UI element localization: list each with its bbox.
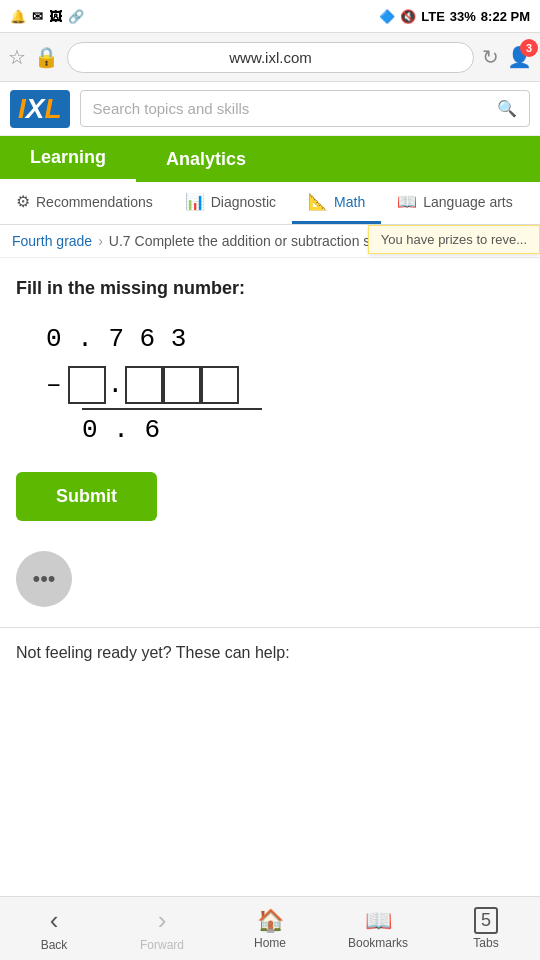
not-ready-section: Not feeling ready yet? These can help: (0, 628, 540, 678)
tabs-button[interactable]: 👤 3 (507, 45, 532, 69)
nav-tabs-label: Tabs (473, 936, 498, 950)
logo-text: I (18, 93, 26, 125)
nav-back[interactable]: ‹ Back (0, 905, 108, 952)
prize-banner[interactable]: You have prizes to reve... (368, 225, 540, 254)
status-icons: 🔔 ✉ 🖼 🔗 (10, 9, 84, 24)
clock: 8:22 PM (481, 9, 530, 24)
breadcrumb-parent[interactable]: Fourth grade (12, 233, 92, 249)
ixl-header: IXL Search topics and skills 🔍 (0, 82, 540, 136)
result-number: 0 . 6 (82, 415, 160, 445)
tab-learning-label: Learning (30, 147, 106, 168)
answer-box-1[interactable] (68, 366, 106, 404)
nav-bookmarks[interactable]: 📖 Bookmarks (324, 908, 432, 950)
lock-icon[interactable]: 🔒 (34, 45, 59, 69)
language-arts-icon: 📖 (397, 192, 417, 211)
tab-language-arts[interactable]: 📖 Language arts (381, 182, 529, 224)
signal-strength: LTE (421, 9, 445, 24)
image-icon: 🖼 (49, 9, 62, 24)
tab-diagnostic[interactable]: 📊 Diagnostic (169, 182, 292, 224)
bookmarks-icon: 📖 (365, 908, 392, 934)
browser-bar: ☆ 🔒 www.ixl.com ↻ 👤 3 (0, 32, 540, 82)
input-row: – . (46, 365, 524, 407)
tab-math[interactable]: 📐 Math (292, 182, 381, 224)
tab-analytics[interactable]: Analytics (136, 136, 276, 182)
math-problem: 0 . 7 6 3 – . 0 . 6 (46, 319, 524, 452)
battery-level: 33% (450, 9, 476, 24)
nav-back-label: Back (41, 938, 68, 952)
search-placeholder-text: Search topics and skills (93, 100, 250, 117)
notification-badge: 3 (520, 39, 538, 57)
tabs-count-icon: 5 (474, 907, 498, 934)
tab-learning[interactable]: Learning (0, 136, 136, 182)
answer-box-2[interactable] (125, 366, 163, 404)
tab-recommendations-label: Recommendations (36, 194, 153, 210)
question-label: Fill in the missing number: (16, 278, 524, 299)
minus-sign: – (46, 365, 62, 407)
answer-box-3[interactable] (163, 366, 201, 404)
prize-text: You have prizes to reve... (381, 232, 527, 247)
nav-forward-label: Forward (140, 938, 184, 952)
not-ready-text: Not feeling ready yet? These can help: (16, 644, 290, 661)
math-icon: 📐 (308, 192, 328, 211)
tab-language-arts-label: Language arts (423, 194, 513, 210)
nav-home-label: Home (254, 936, 286, 950)
sub-tabs: ⚙ Recommendations 📊 Diagnostic 📐 Math 📖 … (0, 182, 540, 225)
search-box[interactable]: Search topics and skills 🔍 (80, 90, 530, 127)
back-icon: ‹ (50, 905, 59, 936)
tab-diagnostic-label: Diagnostic (211, 194, 276, 210)
breadcrumb-chevron: › (98, 233, 103, 249)
recommendations-icon: ⚙ (16, 192, 30, 211)
mute-icon: 🔇 (400, 9, 416, 24)
reload-icon[interactable]: ↻ (482, 45, 499, 69)
search-icon: 🔍 (497, 99, 517, 118)
bluetooth-icon: 🔷 (379, 9, 395, 24)
nav-bookmarks-label: Bookmarks (348, 936, 408, 950)
star-icon[interactable]: ☆ (8, 45, 26, 69)
logo-x: X (26, 93, 45, 125)
breadcrumb-container: Fourth grade › U.7 Complete the addition… (0, 225, 540, 258)
answer-box-4[interactable] (201, 366, 239, 404)
notification-icon: 🔔 (10, 9, 26, 24)
url-text: www.ixl.com (229, 49, 312, 66)
tab-analytics-label: Analytics (166, 149, 246, 170)
more-dots-icon: ••• (32, 566, 55, 592)
tab-recommendations[interactable]: ⚙ Recommendations (0, 182, 169, 224)
top-number-row: 0 . 7 6 3 (46, 319, 524, 361)
url-bar[interactable]: www.ixl.com (67, 42, 474, 73)
forward-icon: › (158, 905, 167, 936)
main-nav-tabs: Learning Analytics (0, 136, 540, 182)
main-content: Fill in the missing number: 0 . 7 6 3 – … (0, 258, 540, 627)
more-options-button[interactable]: ••• (16, 551, 72, 607)
status-bar: 🔔 ✉ 🖼 🔗 🔷 🔇 LTE 33% 8:22 PM (0, 0, 540, 32)
logo-l: L (44, 93, 61, 125)
home-icon: 🏠 (257, 908, 284, 934)
submit-button[interactable]: Submit (16, 472, 157, 521)
nav-tabs[interactable]: 5 Tabs (432, 907, 540, 950)
result-row: 0 . 6 (82, 410, 524, 452)
link-icon: 🔗 (68, 9, 84, 24)
decimal-dot: . (106, 366, 126, 404)
ixl-logo[interactable]: IXL (10, 90, 70, 128)
status-info: 🔷 🔇 LTE 33% 8:22 PM (379, 9, 530, 24)
top-number: 0 . 7 6 3 (46, 319, 186, 361)
bottom-nav: ‹ Back › Forward 🏠 Home 📖 Bookmarks 5 Ta… (0, 896, 540, 960)
mail-icon: ✉ (32, 9, 43, 24)
tab-math-label: Math (334, 194, 365, 210)
nav-forward[interactable]: › Forward (108, 905, 216, 952)
diagnostic-icon: 📊 (185, 192, 205, 211)
nav-home[interactable]: 🏠 Home (216, 908, 324, 950)
